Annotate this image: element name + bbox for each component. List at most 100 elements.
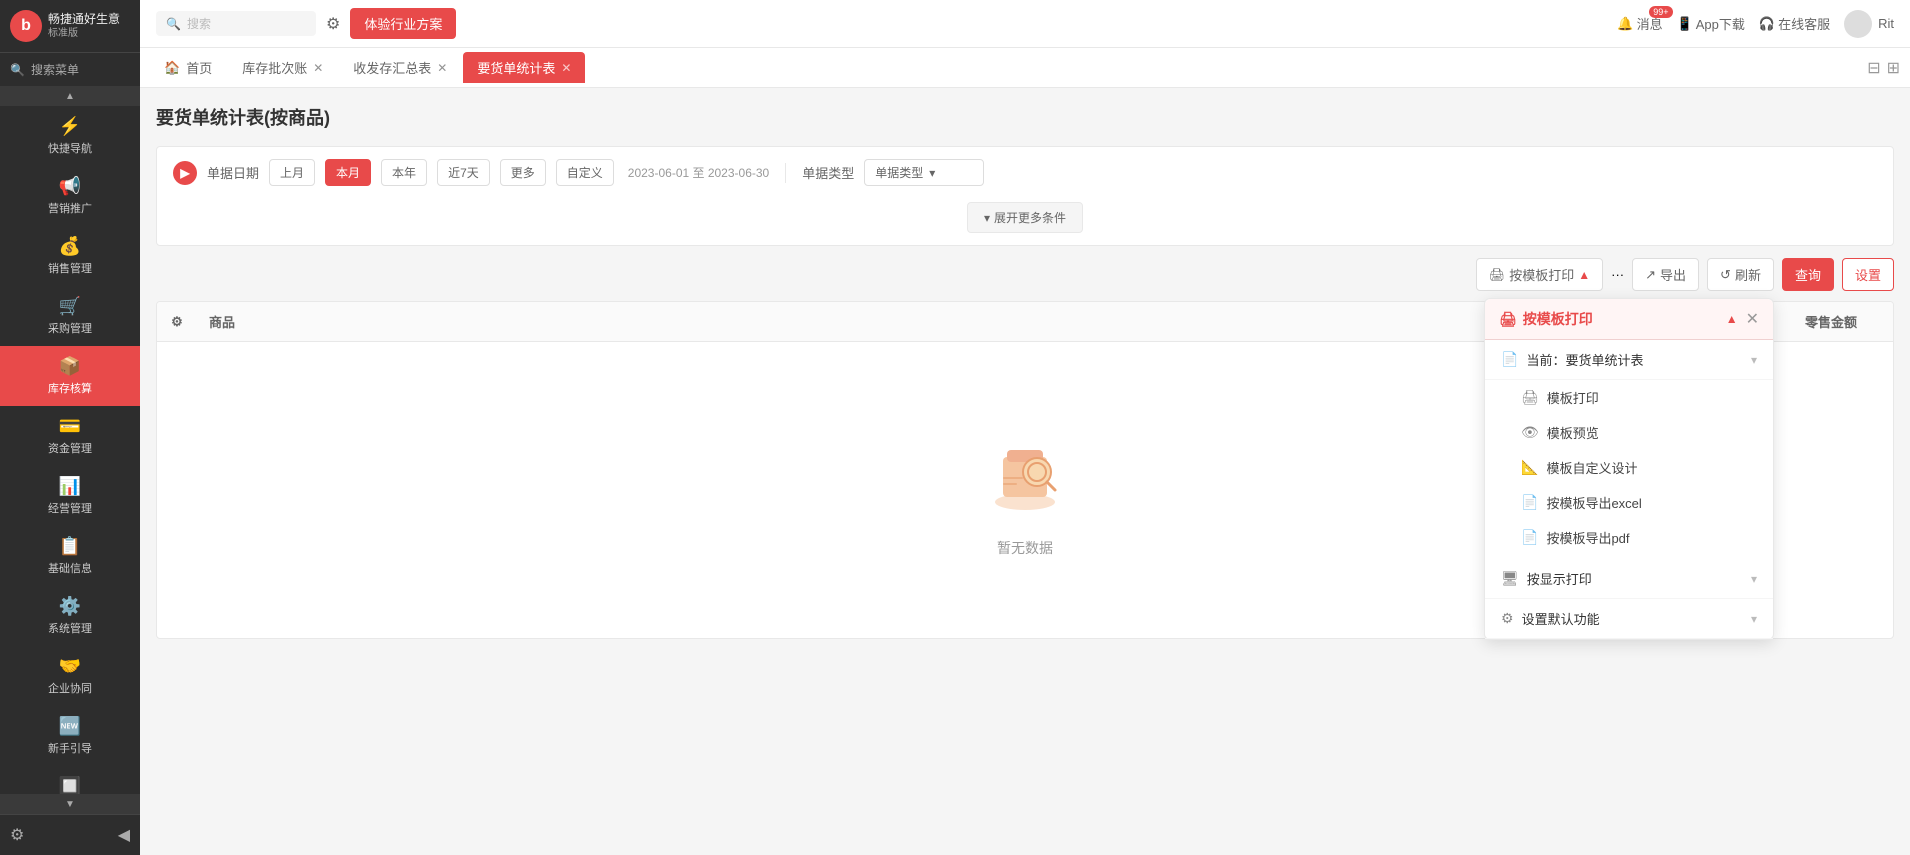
- online-service-btn[interactable]: 🎧 在线客服: [1759, 14, 1830, 33]
- marketing-icon: 📢: [59, 176, 81, 197]
- query-btn[interactable]: 查询: [1782, 258, 1834, 291]
- date-filter-label: 单据日期: [207, 163, 259, 182]
- print-dropdown: 🖨 按模板打印 ▲ ✕ 📄 当前：要货单统计表 ▾: [1484, 298, 1774, 640]
- sidebar-item-sales[interactable]: 💰 销售管理: [0, 226, 140, 286]
- default-settings-section[interactable]: ⚙ 设置默认功能 ▾: [1485, 599, 1773, 639]
- default-settings-icon: ⚙: [1501, 610, 1514, 627]
- refresh-btn[interactable]: ↺ 刷新: [1707, 258, 1774, 291]
- settings-footer-icon[interactable]: ⚙: [10, 825, 24, 845]
- sidebar-search[interactable]: 🔍 搜索菜单: [0, 53, 140, 86]
- filter-separator: [785, 163, 786, 183]
- type-filter-label: 单据类型: [802, 163, 854, 182]
- print-dropdown-icon: 🖨: [1499, 311, 1517, 328]
- tab-close-receipt-summary[interactable]: ✕: [437, 61, 447, 75]
- template-print-item[interactable]: 🖨 模板打印: [1485, 380, 1773, 415]
- sidebar-item-basic[interactable]: 📋 基础信息: [0, 526, 140, 586]
- expand-icon: ▾: [984, 211, 990, 225]
- print-dropdown-chevron: ▲: [1578, 268, 1590, 282]
- template-design-icon: 📐: [1521, 459, 1538, 476]
- collapse-icon[interactable]: ◀: [118, 825, 130, 845]
- template-print-icon: 🖨: [1521, 389, 1539, 406]
- date-btn-7days[interactable]: 近7天: [437, 159, 490, 186]
- print-btn[interactable]: 🖨 按模板打印 ▲: [1476, 258, 1603, 291]
- bell-icon: 🔔: [1617, 16, 1633, 32]
- filter-row: ▶ 单据日期 上月 本月 本年 近7天 更多 自定义 2023-06-01 至 …: [173, 159, 1877, 186]
- th-product: 商品: [197, 312, 1593, 331]
- chevron-down-icon: ▾: [929, 166, 935, 180]
- type-filter-select[interactable]: 单据类型 ▾: [864, 159, 984, 186]
- tab-order-stats[interactable]: 要货单统计表 ✕: [463, 52, 585, 83]
- current-template-arrow: ▾: [1751, 353, 1757, 367]
- sidebar-item-inventory[interactable]: 📦 库存核算: [0, 346, 140, 406]
- tab-home[interactable]: 🏠 首页: [150, 52, 226, 83]
- template-pdf-icon: 📄: [1521, 529, 1538, 546]
- print-current-template[interactable]: 📄 当前：要货单统计表 ▾: [1485, 340, 1773, 380]
- template-design-item[interactable]: 📐 模板自定义设计: [1485, 450, 1773, 485]
- quick-nav-icon: ⚡: [59, 116, 81, 137]
- apps-icon: 🔲: [59, 776, 81, 794]
- sidebar-item-quick-nav[interactable]: ⚡ 快捷导航: [0, 106, 140, 166]
- date-btn-more[interactable]: 更多: [500, 159, 546, 186]
- template-preview-item[interactable]: 👁 模板预览: [1485, 415, 1773, 450]
- print-dropdown-title: 🖨 按模板打印: [1499, 309, 1593, 329]
- date-btn-custom[interactable]: 自定义: [556, 159, 614, 186]
- sidebar-item-guide[interactable]: 🆕 新手引导: [0, 706, 140, 766]
- print-dropdown-items: 🖨 模板打印 👁 模板预览 📐 模板自定义设计 📄 按模板导出excel: [1485, 380, 1773, 559]
- template-export-pdf-item[interactable]: 📄 按模板导出pdf: [1485, 520, 1773, 555]
- tab-batch-account[interactable]: 库存批次账 ✕: [228, 52, 337, 83]
- basic-icon: 📋: [59, 536, 81, 557]
- topbar-search-icon: 🔍: [166, 17, 181, 31]
- date-btn-current-year[interactable]: 本年: [381, 159, 427, 186]
- filter-expand-btn[interactable]: ▶: [173, 161, 197, 185]
- filter-bar: ▶ 单据日期 上月 本月 本年 近7天 更多 自定义 2023-06-01 至 …: [156, 146, 1894, 246]
- logo-icon: b: [10, 10, 42, 42]
- refresh-icon: ↺: [1720, 267, 1731, 283]
- tabs-bar: 🏠 首页 库存批次账 ✕ 收发存汇总表 ✕ 要货单统计表 ✕ ⊟ ⊞: [140, 48, 1910, 88]
- template-export-excel-item[interactable]: 📄 按模板导出excel: [1485, 485, 1773, 520]
- tab-minimize-icon[interactable]: ⊟: [1867, 58, 1880, 78]
- expand-more-btn[interactable]: ▾ 展开更多条件: [967, 202, 1083, 233]
- headset-icon: 🎧: [1759, 16, 1775, 32]
- print-dropdown-header: 🖨 按模板打印 ▲ ✕: [1485, 299, 1773, 340]
- more-icon[interactable]: ···: [1611, 267, 1624, 282]
- export-icon: ↗: [1645, 267, 1656, 283]
- sidebar-scroll-up[interactable]: ▲: [0, 86, 140, 106]
- tab-close-order-stats[interactable]: ✕: [561, 61, 571, 75]
- sidebar-nav: ⚡ 快捷导航 📢 营销推广 💰 销售管理 🛒 采购管理 📦 库存核算 💳 资金管…: [0, 106, 140, 794]
- topbar-search[interactable]: 🔍 搜索: [156, 11, 316, 36]
- sidebar-item-apps[interactable]: 🔲 应用中心: [0, 766, 140, 794]
- topbar-actions: 🔔 消息 99+ 📱 App下载 🎧 在线客服 Rit: [1617, 10, 1894, 38]
- current-template-icon: 📄: [1501, 351, 1518, 368]
- toolbar: 🖨 按模板打印 ▲ ··· ↗ 导出 ↺ 刷新 查询 设置 🖨 按模板打印: [156, 258, 1894, 291]
- sidebar-item-system[interactable]: ⚙️ 系统管理: [0, 586, 140, 646]
- tab-close-batch-account[interactable]: ✕: [313, 61, 323, 75]
- date-btn-current-month[interactable]: 本月: [325, 159, 371, 186]
- display-print-section[interactable]: 🖥 按显示打印 ▾: [1485, 559, 1773, 599]
- main-area: 🔍 搜索 ⚙ 体验行业方案 🔔 消息 99+ 📱 App下载 🎧 在线客服 Ri…: [140, 0, 1910, 855]
- page-title: 要货单统计表(按商品): [156, 104, 1894, 130]
- default-settings-arrow: ▾: [1751, 612, 1757, 626]
- logo-text: 畅捷通好生意 标准版: [48, 12, 120, 41]
- empty-icon: [975, 422, 1075, 522]
- sales-icon: 💰: [59, 236, 81, 257]
- user-menu[interactable]: Rit: [1844, 10, 1894, 38]
- sidebar-item-purchase[interactable]: 🛒 采购管理: [0, 286, 140, 346]
- tab-maximize-icon[interactable]: ⊞: [1887, 58, 1900, 78]
- tab-receipt-summary[interactable]: 收发存汇总表 ✕: [339, 52, 461, 83]
- empty-label: 暂无数据: [997, 538, 1053, 558]
- sidebar-item-collaboration[interactable]: 🤝 企业协同: [0, 646, 140, 706]
- trial-btn[interactable]: 体验行业方案: [350, 8, 456, 39]
- date-btn-prev-month[interactable]: 上月: [269, 159, 315, 186]
- sidebar-item-marketing[interactable]: 📢 营销推广: [0, 166, 140, 226]
- topbar-gear-icon[interactable]: ⚙: [326, 14, 340, 34]
- app-download-btn[interactable]: 📱 App下载: [1677, 14, 1745, 33]
- sidebar-scroll-down[interactable]: ▼: [0, 794, 140, 814]
- settings-btn[interactable]: 设置: [1842, 258, 1894, 291]
- sidebar-item-finance[interactable]: 💳 资金管理: [0, 406, 140, 466]
- notifications-btn[interactable]: 🔔 消息 99+: [1617, 14, 1662, 33]
- export-btn[interactable]: ↗ 导出: [1632, 258, 1699, 291]
- print-dropdown-close-icon[interactable]: ✕: [1746, 309, 1759, 329]
- sidebar-item-operations[interactable]: 📊 经营管理: [0, 466, 140, 526]
- th-gear[interactable]: ⚙: [157, 314, 197, 330]
- collaboration-icon: 🤝: [59, 656, 81, 677]
